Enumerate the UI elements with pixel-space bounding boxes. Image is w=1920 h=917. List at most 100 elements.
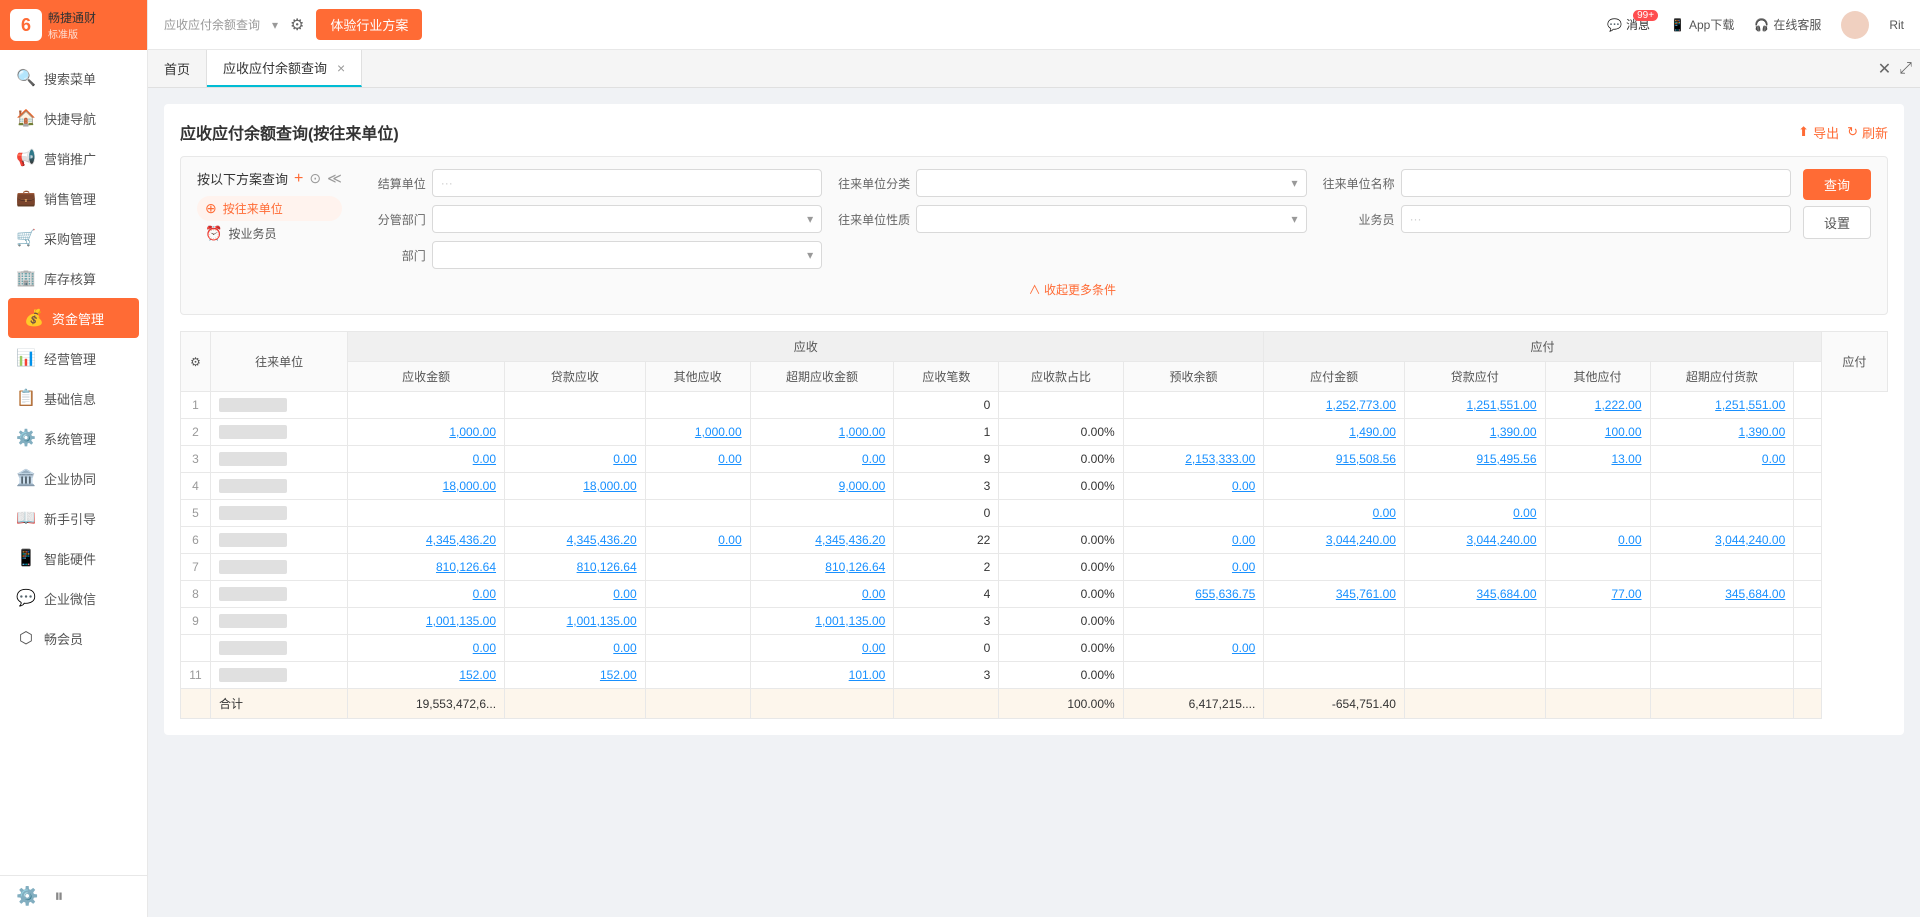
solution-button[interactable]: 体验行业方案 <box>316 9 422 40</box>
cell-link[interactable]: 0.00 <box>1618 533 1641 547</box>
sidebar-item-marketing[interactable]: 📢营销推广 <box>0 138 147 178</box>
cell-link[interactable]: 0.00 <box>862 587 885 601</box>
settings-icon[interactable]: ⚙️ <box>16 886 38 907</box>
cell-link[interactable]: 0.00 <box>473 587 496 601</box>
cell-link[interactable]: 0.00 <box>613 641 636 655</box>
cell-link[interactable]: 1,490.00 <box>1349 425 1396 439</box>
cell-link[interactable]: 77.00 <box>1611 587 1641 601</box>
query-button[interactable]: 查询 <box>1803 169 1871 200</box>
tab-close-icon[interactable]: × <box>337 60 345 76</box>
cell-link[interactable]: 0.00 <box>1232 641 1255 655</box>
sidebar-item-operations[interactable]: 📊经营管理 <box>0 338 147 378</box>
sidebar-item-wechat[interactable]: 💬企业微信 <box>0 578 147 618</box>
cell-link[interactable]: 0.00 <box>862 641 885 655</box>
collapse-filter-icon[interactable]: ≪ <box>327 170 342 187</box>
laiwaimingcheng-input[interactable] <box>1401 169 1791 197</box>
sidebar-item-sales[interactable]: 💼销售管理 <box>0 178 147 218</box>
cell-link[interactable]: 655,636.75 <box>1195 587 1255 601</box>
collapse-icon[interactable]: ⏸ <box>54 886 63 907</box>
cell-link[interactable]: 810,126.64 <box>825 560 885 574</box>
cell-link[interactable]: 4,345,436.20 <box>815 533 885 547</box>
collapse-conditions-button[interactable]: ∧ 收起更多条件 <box>354 277 1791 302</box>
cell-link[interactable]: 101.00 <box>849 668 886 682</box>
cell-link[interactable]: 152.00 <box>459 668 496 682</box>
cell-link[interactable]: 1,000.00 <box>695 425 742 439</box>
cell-link[interactable]: 1,001,135.00 <box>815 614 885 628</box>
cell-link[interactable]: 1,001,135.00 <box>567 614 637 628</box>
cell-link[interactable]: 810,126.64 <box>577 560 637 574</box>
sidebar-item-finance[interactable]: 💰资金管理 <box>8 298 139 338</box>
cell-link[interactable]: 0.00 <box>1762 452 1785 466</box>
cell-link[interactable]: 0.00 <box>718 452 741 466</box>
sidebar-item-system[interactable]: ⚙️系统管理 <box>0 418 147 458</box>
sidebar-item-search[interactable]: 🔍搜索菜单 <box>0 58 147 98</box>
fenguanbumon-input[interactable]: ▾ <box>432 205 822 233</box>
tab-ar-ap[interactable]: 应收应付余额查询 × <box>207 50 362 87</box>
cell-link[interactable]: 0.00 <box>613 587 636 601</box>
sidebar-item-member[interactable]: ⬡畅会员 <box>0 618 147 658</box>
sidebar-item-purchase[interactable]: 🛒采购管理 <box>0 218 147 258</box>
scheme-by-salesman[interactable]: ⏰ 按业务员 <box>197 221 342 246</box>
table-settings-icon[interactable]: ⚙ <box>189 355 202 369</box>
cell-link[interactable]: 1,001,135.00 <box>426 614 496 628</box>
scheme-by-partner[interactable]: ⊕ 按往来单位 <box>197 196 342 221</box>
cell-link[interactable]: 1,390.00 <box>1490 425 1537 439</box>
setting-button[interactable]: 设置 <box>1803 206 1871 239</box>
export-button[interactable]: ⬆ 导出 <box>1798 123 1839 142</box>
add-filter-icon[interactable]: + <box>294 170 303 188</box>
yewuyuan-input[interactable]: ··· <box>1401 205 1791 233</box>
cell-link[interactable]: 0.00 <box>1232 479 1255 493</box>
sidebar-item-hardware[interactable]: 📱智能硬件 <box>0 538 147 578</box>
cell-link[interactable]: 0.00 <box>1513 506 1536 520</box>
cell-link[interactable]: 0.00 <box>862 452 885 466</box>
cell-link[interactable]: 1,251,551.00 <box>1466 398 1536 412</box>
jiesuan-input[interactable]: ··· <box>432 169 822 197</box>
cell-link[interactable]: 345,684.00 <box>1725 587 1785 601</box>
message-button[interactable]: 💬 消息 99+ <box>1607 16 1650 33</box>
cell-link[interactable]: 3,044,240.00 <box>1326 533 1396 547</box>
cell-link[interactable]: 915,495.56 <box>1476 452 1536 466</box>
cell-link[interactable]: 345,684.00 <box>1476 587 1536 601</box>
cell-link[interactable]: 4,345,436.20 <box>426 533 496 547</box>
cell-link[interactable]: 345,761.00 <box>1336 587 1396 601</box>
sidebar-item-quicknav[interactable]: 🏠快捷导航 <box>0 98 147 138</box>
online-service-button[interactable]: 🎧 在线客服 <box>1754 16 1821 33</box>
cell-link[interactable]: 0.00 <box>613 452 636 466</box>
cell-link[interactable]: 1,251,551.00 <box>1715 398 1785 412</box>
cell-link[interactable]: 3,044,240.00 <box>1466 533 1536 547</box>
config-filter-icon[interactable]: ⊙ <box>309 170 321 187</box>
expand-icon[interactable]: ⤢ <box>1899 60 1912 78</box>
cell-link[interactable]: 100.00 <box>1605 425 1642 439</box>
header-dropdown-icon[interactable]: ▾ <box>272 18 278 32</box>
cell-link[interactable]: 0.00 <box>473 452 496 466</box>
app-download-button[interactable]: 📱 App下载 <box>1670 16 1734 33</box>
cell-link[interactable]: 0.00 <box>718 533 741 547</box>
cell-link[interactable]: 810,126.64 <box>436 560 496 574</box>
sidebar-item-basic[interactable]: 📋基础信息 <box>0 378 147 418</box>
cell-link[interactable]: 0.00 <box>473 641 496 655</box>
cell-link[interactable]: 18,000.00 <box>583 479 636 493</box>
cell-link[interactable]: 13.00 <box>1611 452 1641 466</box>
close-window-icon[interactable]: ✕ <box>1878 59 1891 79</box>
tab-home[interactable]: 首页 <box>148 50 207 87</box>
cell-link[interactable]: 1,390.00 <box>1739 425 1786 439</box>
cell-link[interactable]: 18,000.00 <box>443 479 496 493</box>
cell-link[interactable]: 1,252,773.00 <box>1326 398 1396 412</box>
cell-link[interactable]: 2,153,333.00 <box>1185 452 1255 466</box>
cell-link[interactable]: 9,000.00 <box>839 479 886 493</box>
laiwaifenlei-input[interactable]: ▾ <box>916 169 1306 197</box>
gear-icon[interactable]: ⚙ <box>290 15 304 35</box>
cell-link[interactable]: 0.00 <box>1232 560 1255 574</box>
laiwaixin-input[interactable]: ▾ <box>916 205 1306 233</box>
cell-link[interactable]: 1,000.00 <box>449 425 496 439</box>
cell-link[interactable]: 1,222.00 <box>1595 398 1642 412</box>
sidebar-item-inventory[interactable]: 🏢库存核算 <box>0 258 147 298</box>
cell-link[interactable]: 152.00 <box>600 668 637 682</box>
cell-link[interactable]: 4,345,436.20 <box>567 533 637 547</box>
cell-link[interactable]: 3,044,240.00 <box>1715 533 1785 547</box>
sidebar-item-enterprise[interactable]: 🏛️企业协同 <box>0 458 147 498</box>
cell-link[interactable]: 0.00 <box>1373 506 1396 520</box>
refresh-button[interactable]: ↻ 刷新 <box>1847 123 1888 142</box>
bumen-input[interactable]: ▾ <box>432 241 822 269</box>
cell-link[interactable]: 1,000.00 <box>839 425 886 439</box>
